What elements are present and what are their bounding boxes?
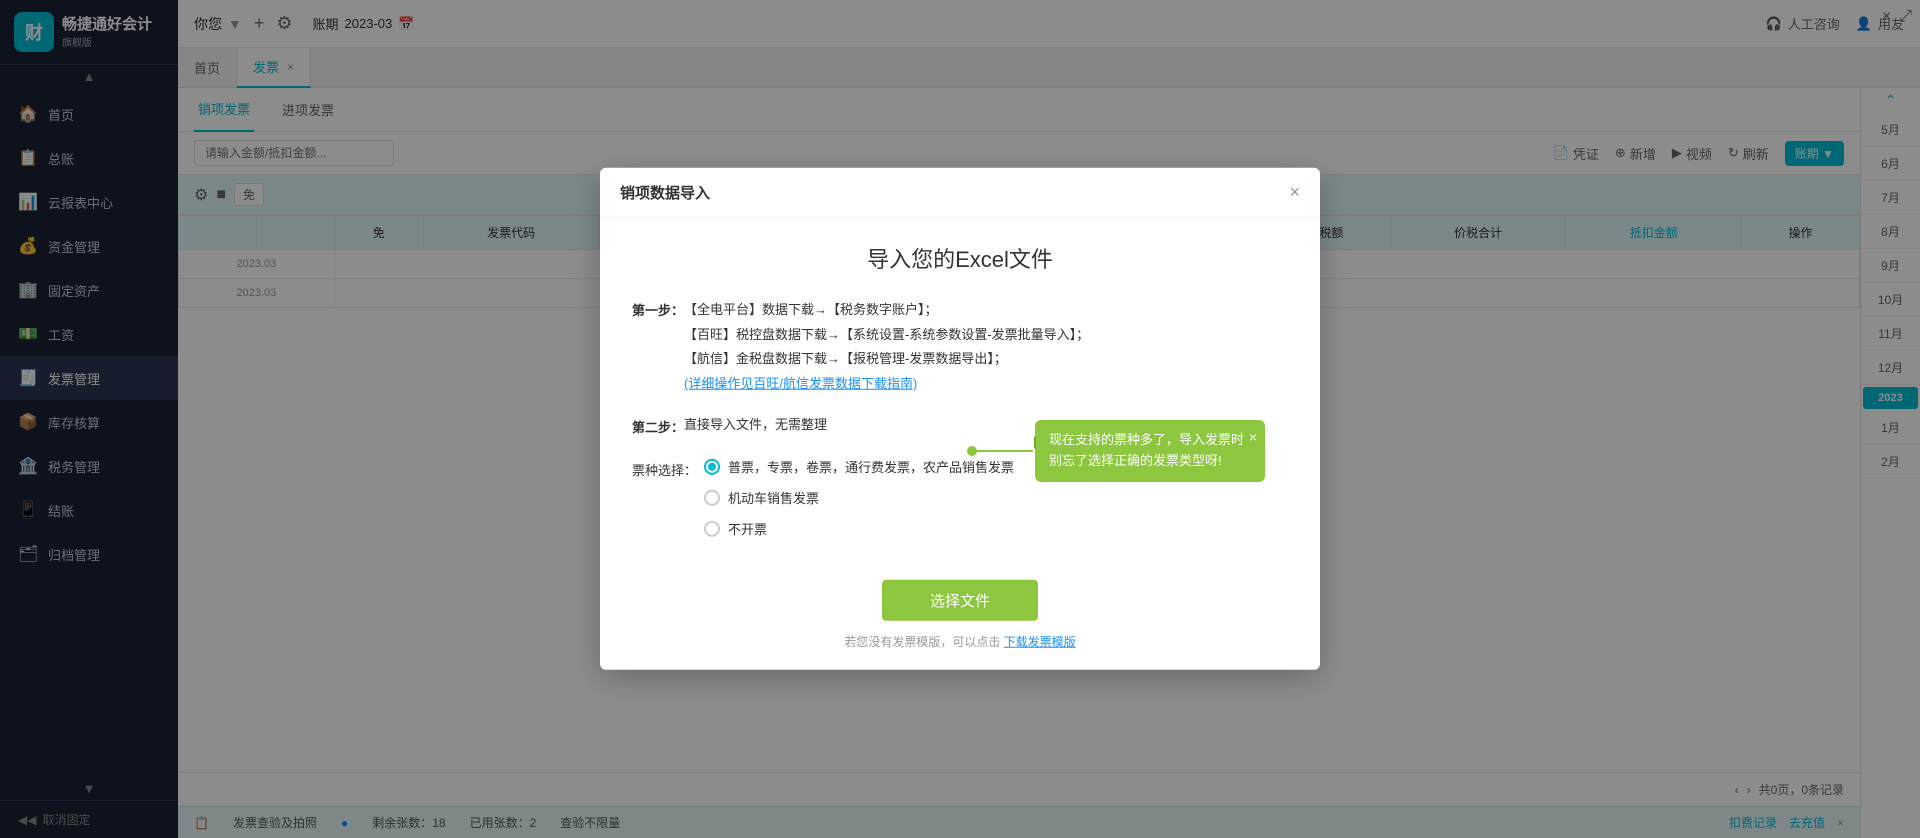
step1-row: 第一步： 【全电平台】数据下载→【税务数字账户】； 【百旺】税控盘数据下载→【系…	[632, 298, 1288, 397]
radio-label-2: 机动车销售发票	[728, 488, 819, 507]
radio-option-2[interactable]: 机动车销售发票	[704, 488, 1014, 507]
modal-close-button[interactable]: ×	[1289, 182, 1300, 203]
step1-label: 第一步：	[632, 298, 684, 397]
radio-circle-3	[704, 521, 720, 537]
radio-option-3[interactable]: 不开票	[704, 519, 1014, 538]
step1-line3: 【航信】金税盘数据下载→【报税管理-发票数据导出】；	[684, 347, 1089, 372]
modal-header: 销项数据导入 ×	[600, 168, 1320, 218]
modal-main-title: 导入您的Excel文件	[632, 242, 1288, 274]
radio-label-3: 不开票	[728, 519, 767, 538]
modal-body: 导入您的Excel文件 第一步： 【全电平台】数据下载→【税务数字账户】； 【百…	[600, 218, 1320, 568]
select-file-button[interactable]: 选择文件	[882, 580, 1038, 621]
ticket-label: 票种选择：	[632, 457, 704, 479]
step1-line1: 【全电平台】数据下载→【税务数字账户】；	[684, 298, 1089, 323]
step2-label: 第二步：	[632, 414, 684, 435]
tooltip-bubble: × 现在支持的票种多了，导入发票时别忘了选择正确的发票类型呀!	[1035, 420, 1265, 482]
tooltip-close-button[interactable]: ×	[1249, 426, 1257, 448]
radio-circle-2	[704, 490, 720, 506]
radio-circle-1	[704, 459, 720, 475]
tooltip-connector-line	[973, 450, 1033, 452]
step1-line2: 【百旺】税控盘数据下载→【系统设置-系统参数设置-发票批量导入】；	[684, 322, 1089, 347]
step2-content: 直接导入文件，无需整理	[684, 413, 827, 438]
radio-group: 普票，专票，卷票，通行费发票，农产品销售发票 机动车销售发票 不开票	[704, 457, 1014, 538]
modal-footer: 选择文件 若您没有发票模版，可以点击 下载发票模版	[600, 568, 1320, 670]
download-template-link[interactable]: 下载发票模版	[1004, 635, 1076, 649]
radio-label-1: 普票，专票，卷票，通行费发票，农产品销售发票	[728, 457, 1014, 476]
radio-dot-1	[708, 463, 716, 471]
radio-option-1[interactable]: 普票，专票，卷票，通行费发票，农产品销售发票	[704, 457, 1014, 476]
hint-text: 若您没有发票模版，可以点击	[844, 635, 1000, 649]
import-modal: 销项数据导入 × 导入您的Excel文件 第一步： 【全电平台】数据下载→【税务…	[600, 168, 1320, 670]
step1-content: 【全电平台】数据下载→【税务数字账户】； 【百旺】税控盘数据下载→【系统设置-系…	[684, 298, 1089, 397]
tooltip-text: 现在支持的票种多了，导入发票时别忘了选择正确的发票类型呀!	[1049, 432, 1244, 468]
modal-hint: 若您没有发票模版，可以点击 下载发票模版	[844, 633, 1075, 650]
step1-guide-link[interactable]: (详细操作见百旺/航信发票数据下载指南)	[684, 376, 917, 391]
modal-title: 销项数据导入	[620, 182, 710, 203]
